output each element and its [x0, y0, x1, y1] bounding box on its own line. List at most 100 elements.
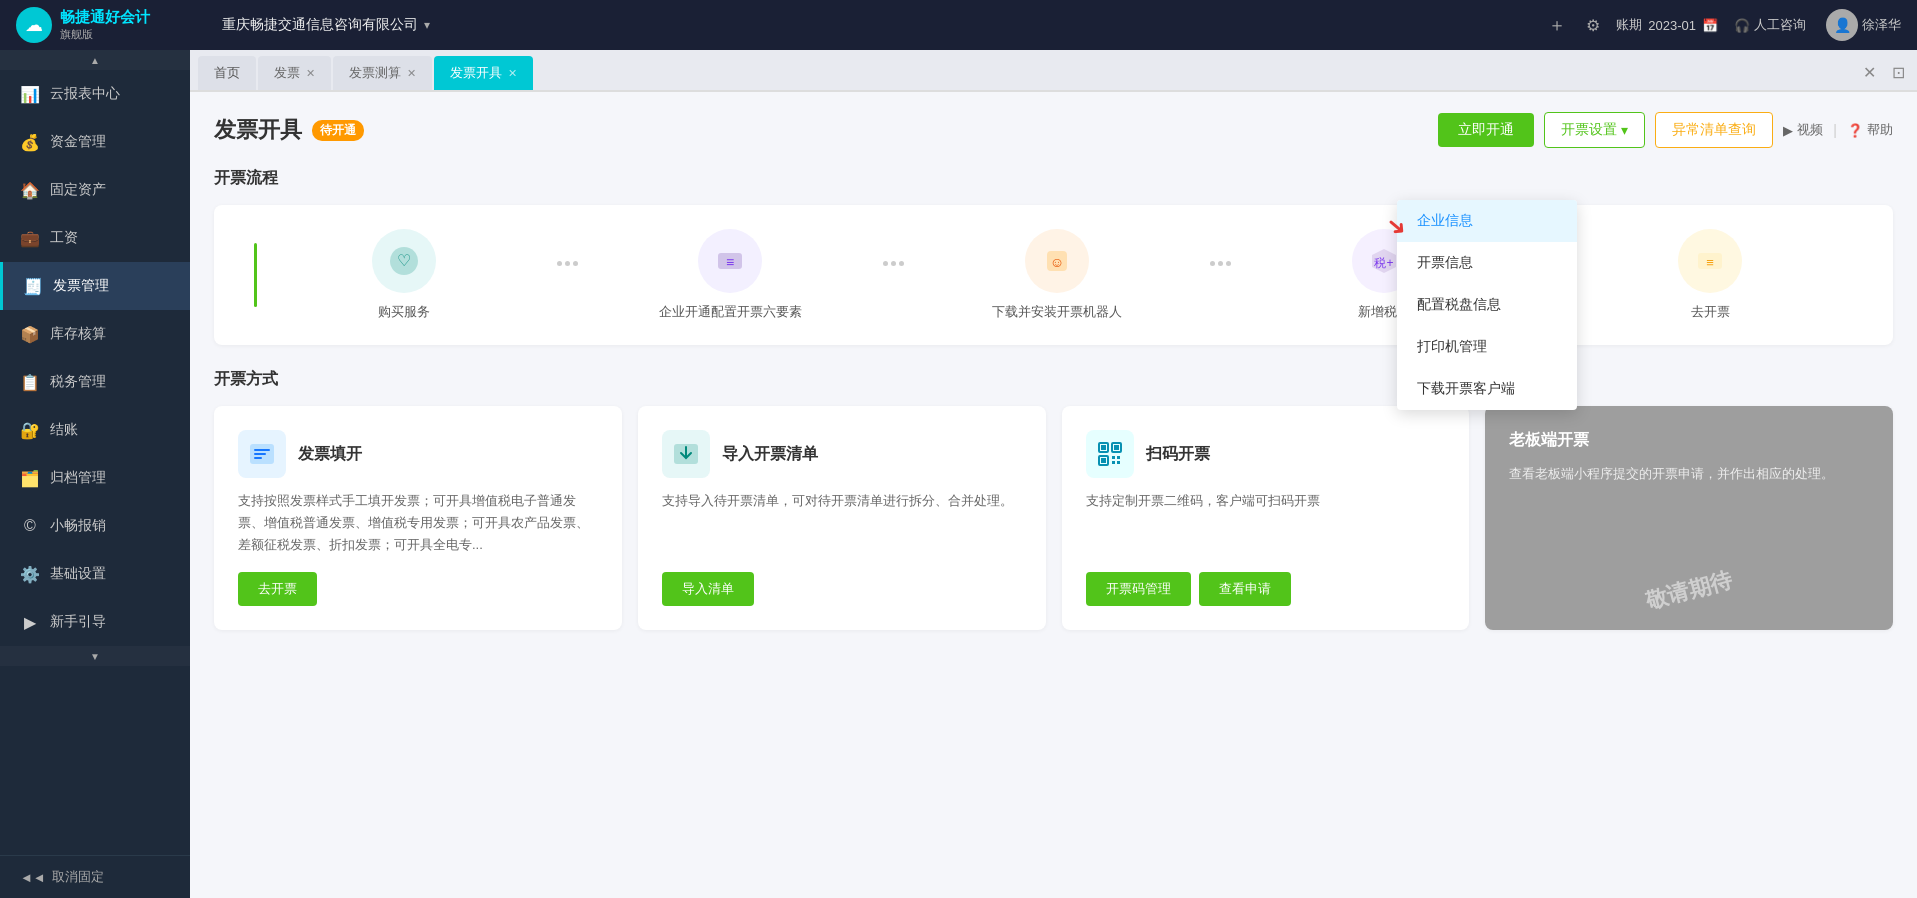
svg-rect-20: [1101, 458, 1106, 463]
help-circle-icon: ❓: [1847, 123, 1863, 138]
consult-button[interactable]: 🎧 人工咨询: [1734, 16, 1806, 34]
funds-icon: 💰: [20, 132, 40, 152]
sidebar-item-inventory[interactable]: 📦 库存核算: [0, 310, 190, 358]
logo-text: 畅捷通好会计 旗舰版: [60, 8, 150, 42]
view-apply-button[interactable]: 查看申请: [1199, 572, 1291, 606]
step-connector-2: [873, 261, 914, 266]
svg-rect-19: [1114, 445, 1119, 450]
tab-invoice-issue[interactable]: 发票开具 ✕: [434, 56, 533, 90]
help-button[interactable]: ❓ 帮助: [1847, 121, 1893, 139]
dropdown-item-invoice-info[interactable]: 开票信息: [1397, 242, 1577, 284]
cancel-pin-button[interactable]: ◄◄ 取消固定: [0, 856, 190, 898]
settings-icon[interactable]: ⚙: [1586, 16, 1600, 35]
sidebar-scroll-up[interactable]: ▲: [0, 50, 190, 70]
consult-label: 人工咨询: [1754, 16, 1806, 34]
sidebar-item-tax[interactable]: 📋 税务管理: [0, 358, 190, 406]
invoice-icon: 🧾: [23, 276, 43, 296]
manual-invoice-button[interactable]: 去开票: [238, 572, 317, 606]
company-selector[interactable]: 重庆畅捷交通信息咨询有限公司 ▾: [222, 16, 1528, 34]
app-subtitle: 旗舰版: [60, 27, 150, 42]
method-card-manual: 发票填开 支持按照发票样式手工填开发票；可开具增值税电子普通发票、增值税普通发票…: [214, 406, 622, 630]
tab-maximize-button[interactable]: ⊡: [1888, 59, 1909, 86]
tab-close-all-button[interactable]: ✕: [1859, 59, 1880, 86]
sidebar-item-expense[interactable]: © 小畅报销: [0, 502, 190, 550]
dropdown-arrow-icon: ▾: [1621, 122, 1628, 138]
sidebar-item-settings[interactable]: ⚙️ 基础设置: [0, 550, 190, 598]
method-boss-title: 老板端开票: [1509, 430, 1589, 451]
guide-icon: ▶: [20, 612, 40, 632]
tab-bar-actions: ✕ ⊡: [1859, 59, 1909, 90]
dropdown-item-download[interactable]: 下载开票客户端: [1397, 368, 1577, 410]
user-area[interactable]: 👤 徐泽华: [1826, 9, 1901, 41]
step3-icon: ☺: [1025, 229, 1089, 293]
flow-step-3: ☺ 下载并安装开票机器人: [914, 229, 1200, 321]
tab-home[interactable]: 首页: [198, 56, 256, 90]
dropdown-item-company[interactable]: 企业信息: [1397, 200, 1577, 242]
import-list-button[interactable]: 导入清单: [662, 572, 754, 606]
tab-invoice-calc-close[interactable]: ✕: [407, 67, 416, 80]
methods-section-title: 开票方式: [214, 369, 1893, 390]
sidebar-item-funds[interactable]: 💰 资金管理: [0, 118, 190, 166]
sidebar-item-invoice[interactable]: 🧾 发票管理: [0, 262, 190, 310]
sidebar-label-reports: 云报表中心: [50, 85, 120, 103]
sidebar-label-salary: 工资: [50, 229, 78, 247]
sidebar-label-guide: 新手引导: [50, 613, 106, 631]
svg-rect-21: [1112, 456, 1115, 459]
sidebar-item-reports[interactable]: 📊 云报表中心: [0, 70, 190, 118]
period-value: 2023-01: [1648, 18, 1696, 33]
sidebar-item-guide[interactable]: ▶ 新手引导: [0, 598, 190, 646]
sidebar-label-funds: 资金管理: [50, 133, 106, 151]
salary-icon: 💼: [20, 228, 40, 248]
sidebar-item-close[interactable]: 🔐 结账: [0, 406, 190, 454]
dropdown-item-taxdisk[interactable]: 配置税盘信息: [1397, 284, 1577, 326]
method-manual-icon: [238, 430, 286, 478]
svg-text:税+: 税+: [1374, 256, 1393, 270]
tab-invoice-calc-label: 发票测算: [349, 64, 401, 82]
dropdown-item-printer[interactable]: 打印机管理: [1397, 326, 1577, 368]
archive-icon: 🗂️: [20, 468, 40, 488]
add-button[interactable]: ＋: [1544, 9, 1570, 41]
method-scan-desc: 支持定制开票二维码，客户端可扫码开票: [1086, 490, 1446, 556]
sidebar-bottom: ◄◄ 取消固定: [0, 855, 190, 898]
page-title: 发票开具 待开通: [214, 115, 364, 145]
sidebar-label-invoice: 发票管理: [53, 277, 109, 295]
sidebar-scroll-down[interactable]: ▼: [0, 646, 190, 666]
separator: |: [1833, 122, 1837, 138]
calendar-icon[interactable]: 📅: [1702, 18, 1718, 33]
tab-invoice-issue-close[interactable]: ✕: [508, 67, 517, 80]
flow-step-5: ≡ 去开票: [1567, 229, 1853, 321]
reports-icon: 📊: [20, 84, 40, 104]
activate-button[interactable]: 立即开通: [1438, 113, 1534, 147]
svg-rect-18: [1101, 445, 1106, 450]
sidebar-item-archive[interactable]: 🗂️ 归档管理: [0, 454, 190, 502]
tab-home-label: 首页: [214, 64, 240, 82]
sidebar-item-salary[interactable]: 💼 工资: [0, 214, 190, 262]
settings-button[interactable]: 开票设置 ▾: [1544, 112, 1645, 148]
flow-step-2: ≡ 企业开通配置开票六要素: [588, 229, 874, 321]
chevron-down-icon: ▾: [424, 18, 430, 32]
company-name: 重庆畅捷交通信息咨询有限公司: [222, 16, 418, 34]
abnormal-button[interactable]: 异常清单查询: [1655, 112, 1773, 148]
tab-bar: 首页 发票 ✕ 发票测算 ✕ 发票开具 ✕ ✕ ⊡: [190, 50, 1917, 92]
settings-button-label: 开票设置: [1561, 121, 1617, 139]
step-connector-1: [547, 261, 588, 266]
video-button[interactable]: ▶ 视频: [1783, 121, 1823, 139]
logo-area: ☁ 畅捷通好会计 旗舰版: [16, 7, 206, 43]
method-boss-header: 老板端开票: [1509, 430, 1869, 451]
method-manual-title: 发票填开: [298, 444, 362, 465]
tab-invoice-label: 发票: [274, 64, 300, 82]
video-label: 视频: [1797, 121, 1823, 139]
sidebar-item-assets[interactable]: 🏠 固定资产: [0, 166, 190, 214]
tab-invoice-close[interactable]: ✕: [306, 67, 315, 80]
svg-text:≡: ≡: [726, 254, 734, 270]
avatar: 👤: [1826, 9, 1858, 41]
qr-manage-button[interactable]: 开票码管理: [1086, 572, 1191, 606]
step1-icon: ♡: [372, 229, 436, 293]
svg-rect-13: [254, 457, 262, 459]
method-import-desc: 支持导入待开票清单，可对待开票清单进行拆分、合并处理。: [662, 490, 1022, 556]
method-card-import: 导入开票清单 支持导入待开票清单，可对待开票清单进行拆分、合并处理。 导入清单: [638, 406, 1046, 630]
tab-invoice[interactable]: 发票 ✕: [258, 56, 331, 90]
content-area: 首页 发票 ✕ 发票测算 ✕ 发票开具 ✕ ✕ ⊡: [190, 50, 1917, 898]
sidebar-label-inventory: 库存核算: [50, 325, 106, 343]
tab-invoice-calc[interactable]: 发票测算 ✕: [333, 56, 432, 90]
